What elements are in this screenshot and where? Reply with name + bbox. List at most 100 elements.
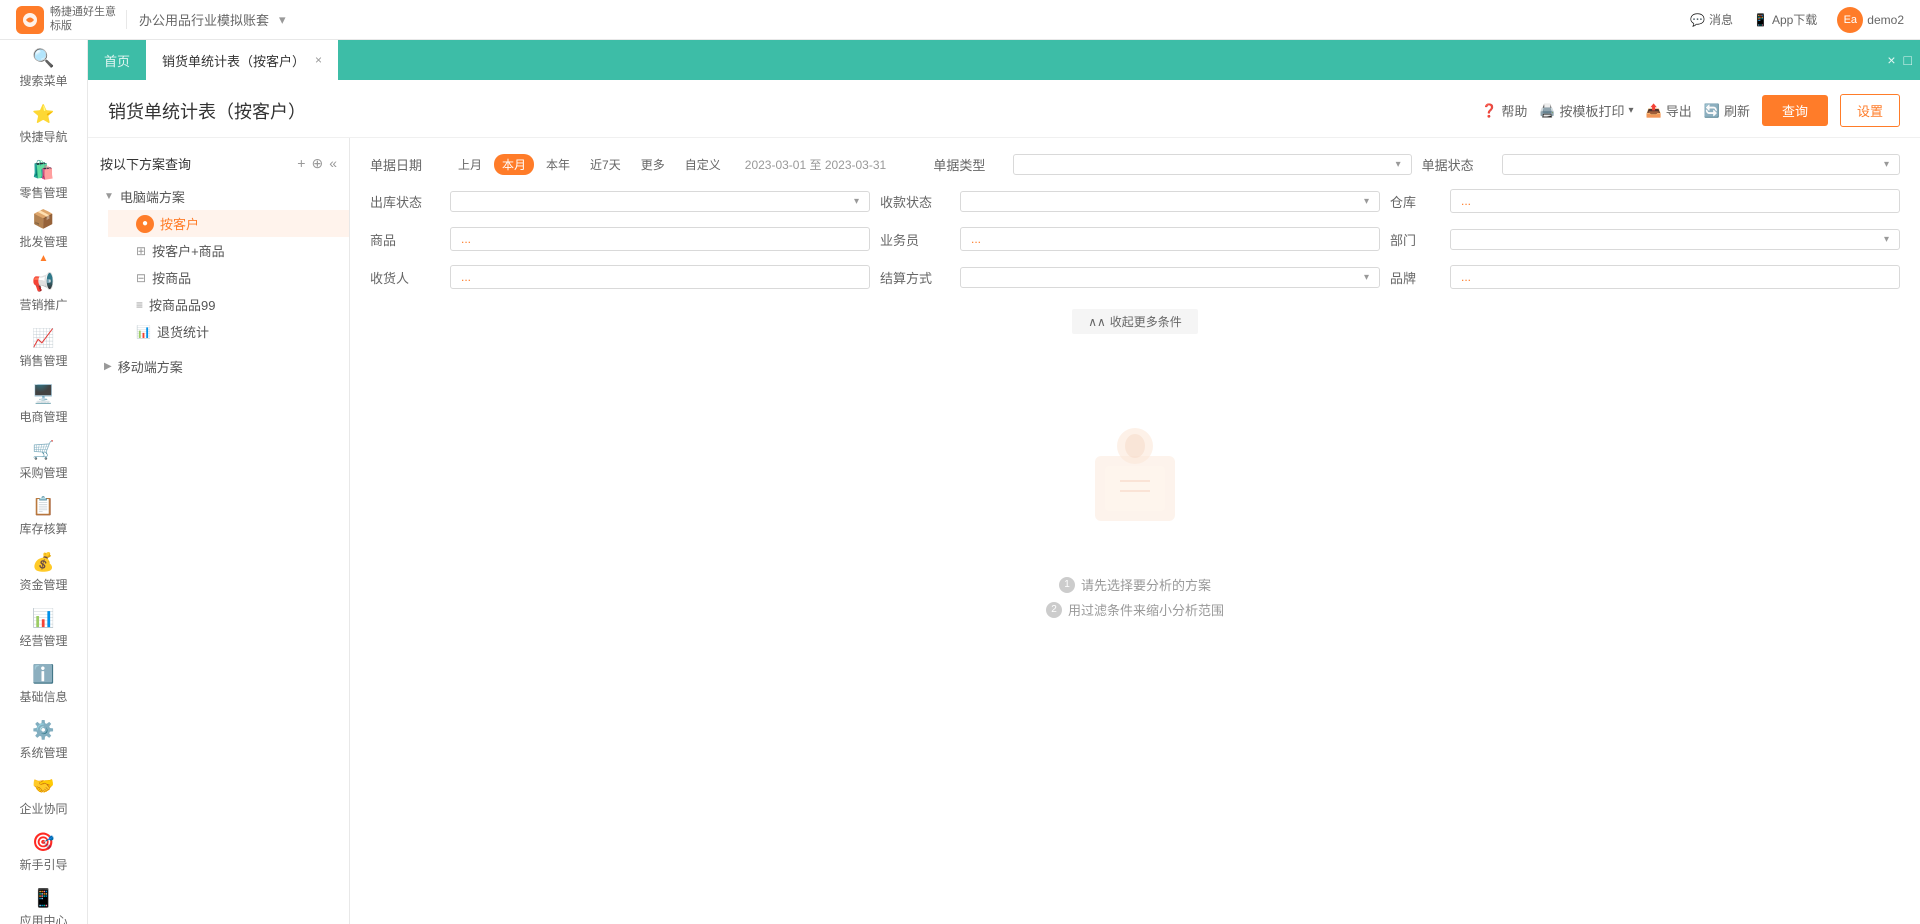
settings-button[interactable]: 设置 [1840, 94, 1900, 127]
date-tab-this-year[interactable]: 本年 [538, 154, 578, 175]
tab-close-button[interactable]: × [315, 53, 322, 67]
wholesale-icon: 📦 [32, 209, 54, 230]
template-print-button[interactable]: 🖨️ 按模板打印 ▾ [1539, 101, 1633, 120]
sidebar-item-finance[interactable]: 💰 资金管理 [0, 544, 87, 600]
refresh-icon: 🔄 [1704, 103, 1720, 119]
tab-maximize-button[interactable]: □ [1904, 52, 1912, 68]
tip1-text: 请先选择要分析的方案 [1081, 575, 1211, 594]
warehouse-select[interactable]: ... [1450, 189, 1900, 213]
tip2: 2 用过滤条件来缩小分析范围 [1046, 600, 1224, 619]
date-tab-more[interactable]: 更多 [633, 154, 673, 175]
sidebar-item-sales-mgmt[interactable]: 📈 销售管理 [0, 320, 87, 376]
settlement-select[interactable]: ▾ [960, 267, 1380, 288]
department-dropdown-icon: ▾ [1884, 234, 1889, 245]
outbound-label: 出库状态 [370, 192, 450, 211]
outbound-dropdown-icon: ▾ [854, 196, 859, 207]
sidebar-item-new-user[interactable]: 🎯 新手引导 [0, 824, 87, 880]
receipt-label: 收款状态 [880, 192, 960, 211]
tree-item-by-product[interactable]: ⊟ 按商品 [108, 264, 349, 291]
filter-area: 单据日期 上月 本月 本年 近7天 更多 自定义 [350, 138, 1920, 356]
sidebar-item-inventory[interactable]: 📋 库存核算 [0, 488, 87, 544]
salesperson-select[interactable]: ... [960, 227, 1380, 251]
doc-type-label: 单据类型 [933, 155, 1013, 174]
print-dropdown-icon[interactable]: ▾ [1629, 105, 1634, 116]
department-select[interactable]: ▾ [1450, 229, 1900, 250]
page-title: 销货单统计表（按客户） [108, 98, 306, 124]
help-icon: ❓ [1481, 103, 1497, 119]
product-label: 商品 [370, 230, 450, 249]
avatar: Ea [1837, 7, 1863, 33]
refresh-button[interactable]: 🔄 刷新 [1704, 101, 1750, 120]
settlement-dropdown-icon: ▾ [1364, 272, 1369, 283]
message-button[interactable]: 💬 消息 [1690, 11, 1733, 28]
collapse-up-icon: ∧∧ [1088, 315, 1106, 329]
tab-active[interactable]: 销货单统计表（按客户） × [146, 40, 338, 80]
sidebar-item-ecom-mgmt[interactable]: 🖥️ 电商管理 [0, 376, 87, 432]
sidebar-item-retail-mgmt[interactable]: 🛍️ 零售管理 [0, 152, 87, 208]
app-subtitle: 办公用品行业模拟账套 [126, 10, 269, 29]
receipt-select[interactable]: ▾ [960, 191, 1380, 212]
receipt-dropdown-icon: ▾ [1364, 196, 1369, 207]
app-center-icon: 📱 [32, 888, 54, 909]
scheme-settings-button[interactable]: ⊕ [311, 155, 323, 172]
sidebar-item-wholesale-mgmt[interactable]: 📦 批发管理 ▲ [0, 208, 87, 264]
tree-item-by-customer[interactable]: ● 按客户 [108, 210, 349, 237]
brand-label: 品牌 [1390, 268, 1450, 287]
doc-status-select[interactable]: ▾ [1502, 154, 1900, 175]
tab-home[interactable]: 首页 [88, 40, 146, 80]
tab-minimize-button[interactable]: × [1887, 52, 1895, 68]
sidebar-item-search-menu[interactable]: 🔍 搜索菜单 [0, 40, 87, 96]
recipient-select[interactable]: ... [450, 265, 870, 289]
grid-icon: ⊟ [136, 271, 146, 285]
panel-collapse-button[interactable]: « [329, 155, 337, 172]
doc-type-select[interactable]: ▾ [1013, 154, 1411, 175]
export-button[interactable]: 📤 导出 [1646, 101, 1692, 120]
sidebar-item-marketing[interactable]: 📢 营销推广 [0, 264, 87, 320]
panel-header: 按以下方案查询 + ⊕ « [88, 148, 349, 183]
sidebar-item-purchase-mgmt[interactable]: 🛒 采购管理 [0, 432, 87, 488]
tree-item-by-product-99[interactable]: ≡ 按商品品99 [108, 291, 349, 318]
tree-item-return-stats[interactable]: 📊 退货统计 [108, 318, 349, 345]
salesperson-label: 业务员 [880, 230, 960, 249]
query-button[interactable]: 查询 [1762, 95, 1828, 126]
tree-desktop-section[interactable]: ▼ 电脑端方案 [88, 183, 349, 210]
product-select[interactable]: ... [450, 227, 870, 251]
download-icon: 📱 [1753, 13, 1768, 27]
sales-icon: 📈 [32, 328, 54, 349]
mobile-expand-icon: ▶ [104, 361, 112, 372]
ecom-icon: 🖥️ [32, 384, 54, 405]
search-menu-icon: 🔍 [32, 48, 54, 69]
date-tabs: 上月 本月 本年 近7天 更多 自定义 [450, 154, 729, 175]
help-button[interactable]: ❓ 帮助 [1481, 101, 1527, 120]
date-range-display: 2023-03-01 至 2023-03-31 [745, 156, 886, 173]
sidebar-item-operations[interactable]: 📊 经营管理 [0, 600, 87, 656]
date-tab-last-month[interactable]: 上月 [450, 154, 490, 175]
doc-status-label: 单据状态 [1422, 155, 1502, 174]
purchase-icon: 🛒 [32, 440, 54, 461]
tree-item-by-customer-product[interactable]: ⊞ 按客户+商品 [108, 237, 349, 264]
sidebar-item-enterprise-collab[interactable]: 🤝 企业协同 [0, 768, 87, 824]
tree-mobile-section[interactable]: ▶ 移动端方案 [88, 353, 349, 380]
collapse-button[interactable]: ∧∧ 收起更多条件 [1072, 309, 1198, 334]
finance-icon: 💰 [32, 552, 54, 573]
sidebar-item-basic-info[interactable]: ℹ️ 基础信息 [0, 656, 87, 712]
expand-icon: ▼ [104, 191, 114, 202]
date-tab-custom[interactable]: 自定义 [677, 154, 729, 175]
print-icon: 🖨️ [1539, 103, 1555, 119]
sidebar-item-app-center[interactable]: 📱 应用中心 [0, 880, 87, 924]
tip2-text: 用过滤条件来缩小分析范围 [1068, 600, 1224, 619]
user-menu[interactable]: Ea demo2 [1837, 7, 1904, 33]
active-indicator: ● [136, 215, 154, 233]
marketing-icon: 📢 [32, 272, 54, 293]
add-scheme-button[interactable]: + [297, 155, 305, 172]
app-download-button[interactable]: 📱 App下载 [1753, 11, 1817, 28]
outbound-select[interactable]: ▾ [450, 191, 870, 212]
date-tab-this-month[interactable]: 本月 [494, 154, 534, 175]
sidebar-item-system-mgmt[interactable]: ⚙️ 系统管理 [0, 712, 87, 768]
sidebar-item-quick-nav[interactable]: ⭐ 快捷导航 [0, 96, 87, 152]
date-tab-last-7-days[interactable]: 近7天 [582, 154, 629, 175]
brand-select[interactable]: ... [1450, 265, 1900, 289]
list-icon: ≡ [136, 298, 143, 312]
dropdown-icon[interactable]: ▾ [279, 12, 286, 28]
logo: 畅捷通好生意 标版 [16, 6, 116, 34]
